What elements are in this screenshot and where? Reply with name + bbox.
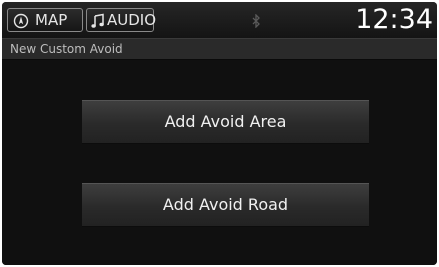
- clock: 12:34: [355, 4, 433, 35]
- screen-title: New Custom Avoid: [10, 42, 123, 56]
- nav-screen: MAP AUDIO 12:34 New Custom Avoid Add Avo…: [2, 2, 437, 265]
- add-avoid-area-button[interactable]: Add Avoid Area: [82, 100, 369, 144]
- screen-title-bar: New Custom Avoid: [2, 38, 437, 60]
- status-bar: MAP AUDIO 12:34: [2, 2, 437, 38]
- map-button-label: MAP: [35, 11, 68, 29]
- add-avoid-road-button[interactable]: Add Avoid Road: [82, 183, 369, 227]
- bluetooth-icon: [251, 13, 261, 29]
- menu-area: Add Avoid Area Add Avoid Road: [2, 60, 437, 265]
- music-note-icon: [90, 12, 106, 28]
- audio-button-label: AUDIO: [107, 11, 157, 29]
- map-button[interactable]: MAP: [7, 8, 83, 32]
- audio-button[interactable]: AUDIO: [86, 8, 157, 32]
- compass-icon: [13, 12, 29, 29]
